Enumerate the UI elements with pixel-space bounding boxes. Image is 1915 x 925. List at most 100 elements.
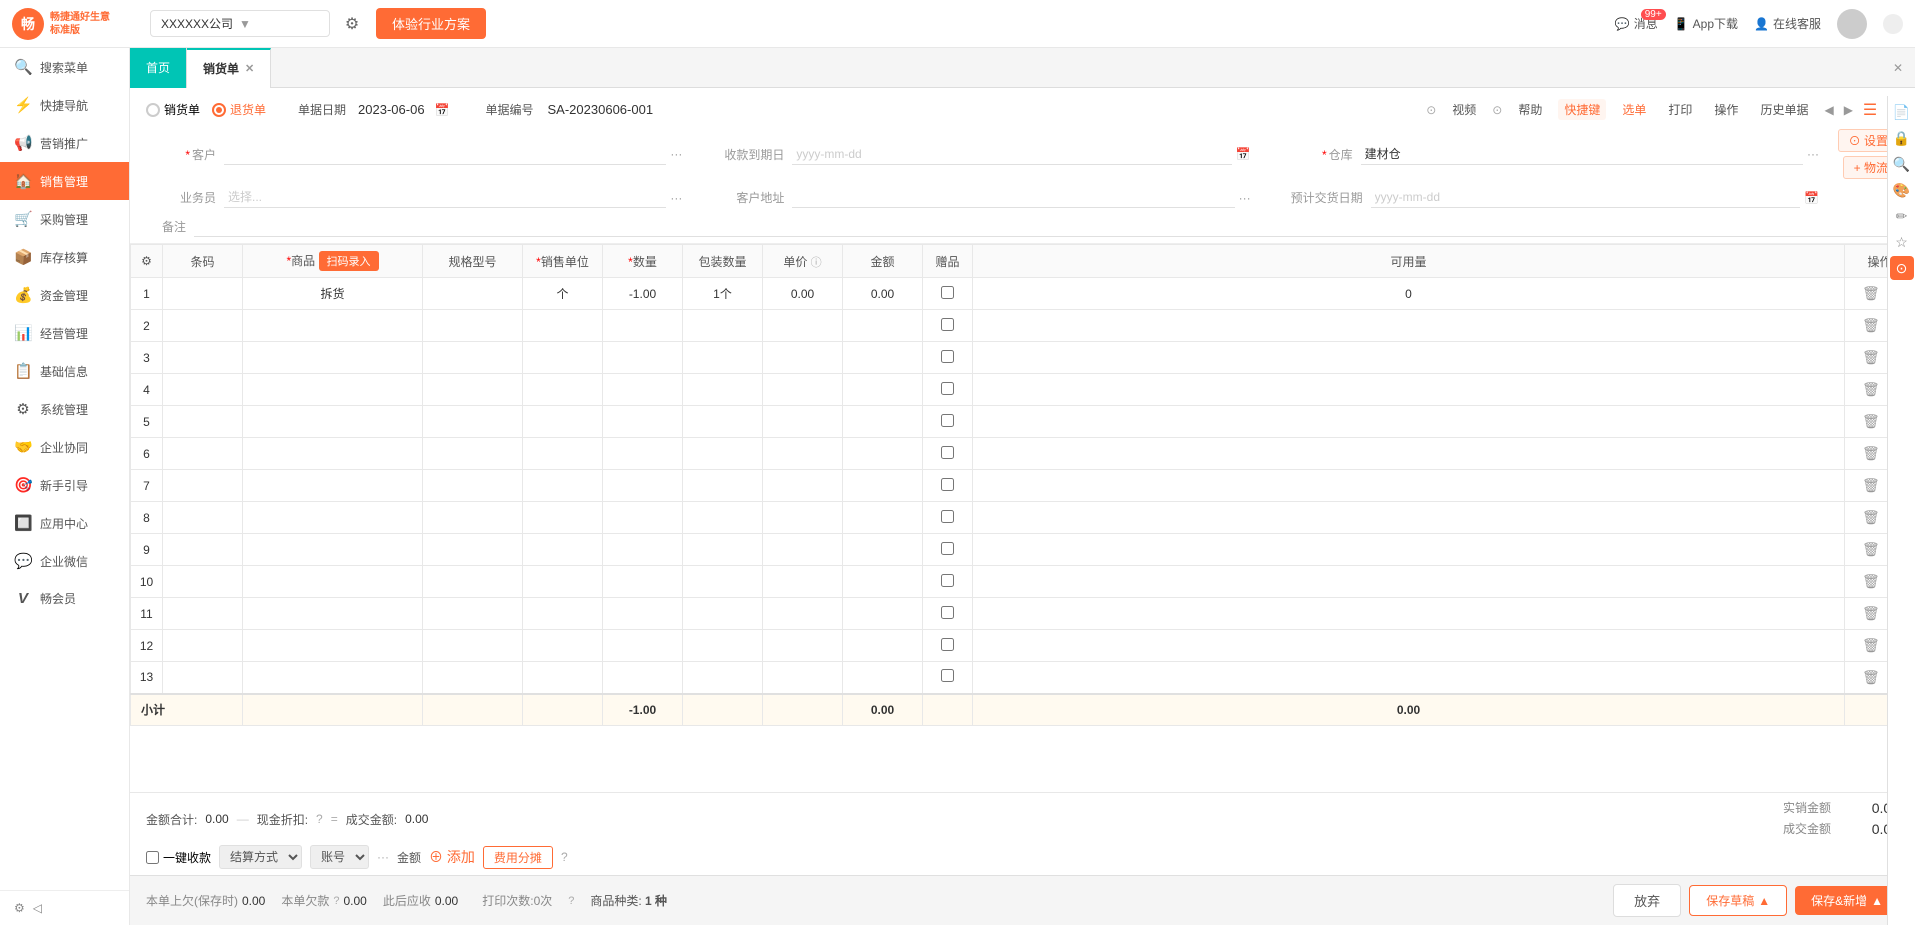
sidebar-item-collab[interactable]: 🤝 企业协同 <box>0 428 129 466</box>
customer-input[interactable] <box>224 144 666 165</box>
row-pkg-qty[interactable] <box>683 662 763 694</box>
salesperson-dots[interactable]: ··· <box>670 191 682 205</box>
ri-edit-icon[interactable]: ✏ <box>1890 204 1914 228</box>
row-spec[interactable] <box>423 662 523 694</box>
row-product[interactable] <box>243 342 423 374</box>
expected-date-calendar-icon[interactable]: 📅 <box>1804 191 1819 205</box>
row-unit[interactable] <box>523 630 603 662</box>
row-gift[interactable] <box>923 598 973 630</box>
row-pkg-qty[interactable] <box>683 470 763 502</box>
row-qty[interactable] <box>603 502 683 534</box>
row-amount[interactable] <box>843 406 923 438</box>
row-qty[interactable] <box>603 566 683 598</box>
sidebar-item-member[interactable]: V 畅会员 <box>0 580 129 617</box>
row-price[interactable] <box>763 406 843 438</box>
row-amount[interactable] <box>843 534 923 566</box>
row-barcode[interactable] <box>163 470 243 502</box>
delete-icon[interactable]: 🗑 <box>1862 509 1880 525</box>
print-btn[interactable]: 打印 <box>1662 98 1698 121</box>
add-button[interactable]: ⊕ 添加 <box>429 847 475 867</box>
one-click-checkbox[interactable] <box>146 851 159 864</box>
row-qty[interactable] <box>603 662 683 694</box>
ri-search-icon[interactable]: 🔍 <box>1890 152 1914 176</box>
row-spec[interactable] <box>423 534 523 566</box>
ri-palette-icon[interactable]: 🎨 <box>1890 178 1914 202</box>
gift-checkbox[interactable] <box>941 350 954 363</box>
sidebar-item-wechat[interactable]: 💬 企业微信 <box>0 542 129 580</box>
sidebar-item-sales[interactable]: 🏠 销售管理 <box>0 162 129 200</box>
row-price[interactable] <box>763 470 843 502</box>
sidebar-item-quick-nav[interactable]: ⚡ 快捷导航 <box>0 86 129 124</box>
online-service-button[interactable]: 👤 在线客服 <box>1754 15 1821 32</box>
remark-input[interactable] <box>194 216 1899 237</box>
delete-icon[interactable]: 🗑 <box>1862 285 1880 301</box>
delete-icon[interactable]: 🗑 <box>1862 413 1880 429</box>
ri-orange-icon[interactable]: ⊙ <box>1890 256 1914 280</box>
row-spec[interactable] <box>423 438 523 470</box>
scan-button[interactable]: 扫码录入 <box>319 251 379 271</box>
row-price[interactable] <box>763 310 843 342</box>
sidebar-item-apps[interactable]: 🔲 应用中心 <box>0 504 129 542</box>
warehouse-input[interactable] <box>1361 144 1803 165</box>
row-gift[interactable] <box>923 630 973 662</box>
fee-split-button[interactable]: 费用分摊 <box>483 846 553 869</box>
row-unit[interactable] <box>523 470 603 502</box>
sidebar-item-search[interactable]: 🔍 搜索菜单 <box>0 48 129 86</box>
one-click-payment-check[interactable]: 一键收款 <box>146 849 211 866</box>
row-price[interactable]: 0.00 <box>763 278 843 310</box>
row-gift[interactable] <box>923 502 973 534</box>
row-spec[interactable] <box>423 374 523 406</box>
operation-btn[interactable]: 操作 <box>1708 98 1744 121</box>
row-gift[interactable] <box>923 374 973 406</box>
expected-date-input[interactable] <box>1371 187 1800 208</box>
gift-checkbox[interactable] <box>941 542 954 555</box>
row-price[interactable] <box>763 374 843 406</box>
save-new-button[interactable]: 保存&新增 ▲ <box>1795 886 1899 915</box>
abandon-button[interactable]: 放弃 <box>1613 884 1681 917</box>
row-pkg-qty[interactable] <box>683 374 763 406</box>
row-price[interactable] <box>763 662 843 694</box>
row-product[interactable] <box>243 406 423 438</box>
row-barcode[interactable] <box>163 406 243 438</box>
row-gift[interactable] <box>923 310 973 342</box>
delete-icon[interactable]: 🗑 <box>1862 317 1880 333</box>
row-amount[interactable] <box>843 502 923 534</box>
row-gift[interactable] <box>923 566 973 598</box>
help-btn[interactable]: 帮助 <box>1512 98 1548 121</box>
row-product[interactable] <box>243 598 423 630</box>
ri-notes-icon[interactable]: 📄 <box>1890 100 1914 124</box>
total-due-info-icon[interactable]: ? <box>333 895 339 907</box>
sidebar-item-finance[interactable]: 💰 资金管理 <box>0 276 129 314</box>
delete-icon[interactable]: 🗑 <box>1862 445 1880 461</box>
row-pkg-qty[interactable] <box>683 534 763 566</box>
message-button[interactable]: 💬 消息 99+ <box>1615 15 1658 32</box>
row-price[interactable] <box>763 630 843 662</box>
row-barcode[interactable] <box>163 310 243 342</box>
row-barcode[interactable] <box>163 438 243 470</box>
bank-account-select[interactable]: 账号 <box>310 845 369 869</box>
row-unit[interactable] <box>523 502 603 534</box>
row-spec[interactable] <box>423 630 523 662</box>
nav-right-icon[interactable]: ▶ <box>1844 103 1853 117</box>
cash-discount-info-icon[interactable]: ? <box>316 812 323 826</box>
row-pkg-qty[interactable] <box>683 502 763 534</box>
row-unit[interactable] <box>523 342 603 374</box>
row-qty[interactable]: -1.00 <box>603 278 683 310</box>
sidebar-item-system[interactable]: ⚙ 系统管理 <box>0 390 129 428</box>
row-amount[interactable] <box>843 630 923 662</box>
row-price[interactable] <box>763 502 843 534</box>
row-pkg-qty[interactable] <box>683 598 763 630</box>
row-amount[interactable] <box>843 342 923 374</box>
radio-sales[interactable]: 销货单 <box>146 101 200 118</box>
row-product[interactable]: 拆货 <box>243 278 423 310</box>
delete-icon[interactable]: 🗑 <box>1862 381 1880 397</box>
gift-checkbox[interactable] <box>941 638 954 651</box>
row-price[interactable] <box>763 566 843 598</box>
settlement-method-select[interactable]: 结算方式 <box>219 845 302 869</box>
ri-star-icon[interactable]: ☆ <box>1890 230 1914 254</box>
sidebar-item-marketing[interactable]: 📢 营销推广 <box>0 124 129 162</box>
row-gift[interactable] <box>923 662 973 694</box>
row-spec[interactable] <box>423 342 523 374</box>
delete-icon[interactable]: 🗑 <box>1862 605 1880 621</box>
tab-close-icon[interactable]: ✕ <box>245 62 254 75</box>
